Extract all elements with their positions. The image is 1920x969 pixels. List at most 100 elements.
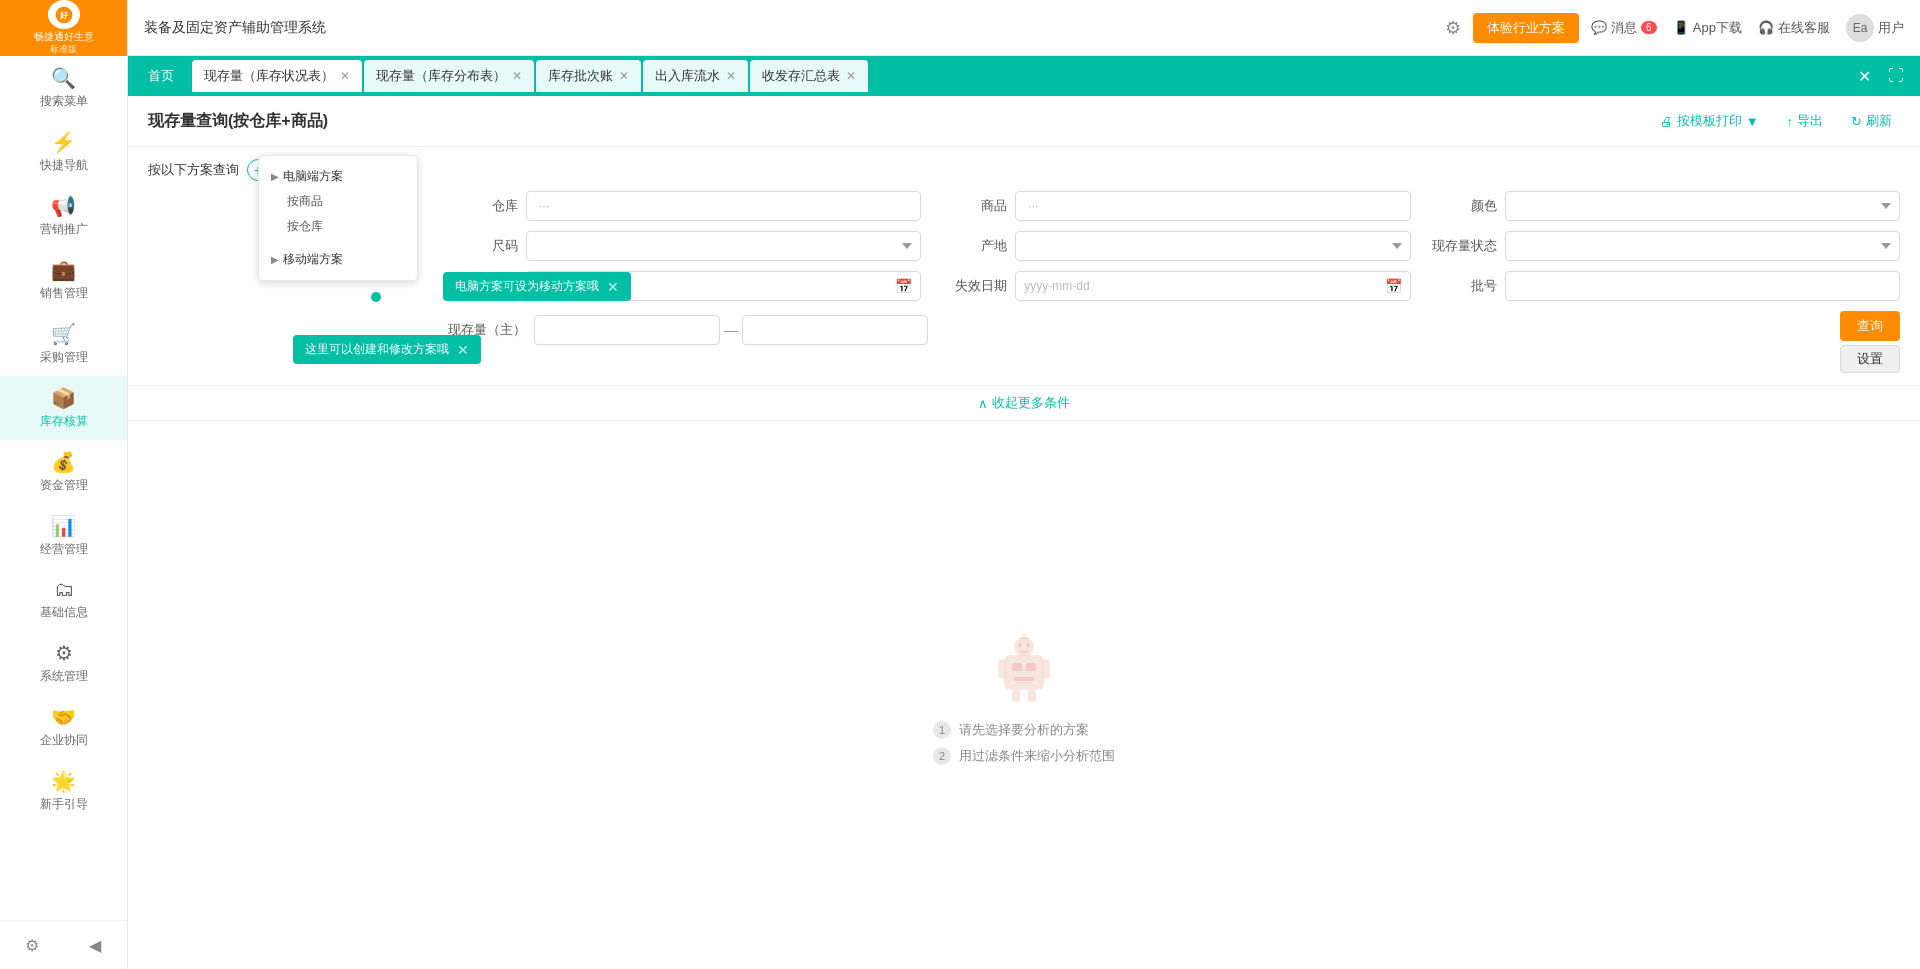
scheme-group-mobile-header[interactable]: ▶ 移动端方案 [259,247,417,272]
calendar-icon-manufacture[interactable]: 📅 [895,278,912,294]
collapse-label: 收起更多条件 [992,394,1070,412]
inventory-icon: 📦 [51,386,76,410]
batch-label: 批号 [1427,277,1497,295]
logo-icon: 好 [48,0,80,29]
tab-receive-summary[interactable]: 收发存汇总表 ✕ [750,60,868,92]
user-menu[interactable]: Ea 用户 [1846,14,1904,42]
empty-tip-2: 2 用过滤条件来缩小分析范围 [933,747,1115,765]
tab-close-icon[interactable]: ✕ [512,69,522,83]
filter-size: 尺码 [448,231,921,261]
tab-close-icon[interactable]: ✕ [846,69,856,83]
filter-grid-row4: 现存量（主） — [448,315,1824,345]
print-button[interactable]: 🖨 按模板打印 ▼ [1652,108,1767,134]
sidebar-item-operation[interactable]: 📊 经营管理 [0,504,127,568]
tip-text-1: 请先选择要分析的方案 [959,721,1089,739]
tab-inout-flow[interactable]: 出入库流水 ✕ [643,60,748,92]
sidebar-item-label: 采购管理 [40,349,88,366]
sidebar-item-marketing[interactable]: 📢 营销推广 [0,184,127,248]
sidebar-item-finance[interactable]: 💰 资金管理 [0,440,127,504]
sidebar-item-purchase[interactable]: 🛒 采购管理 [0,312,127,376]
tab-close-icon[interactable]: ✕ [726,69,736,83]
reset-button[interactable]: 设置 [1840,345,1900,373]
industry-plan-button[interactable]: 体验行业方案 [1473,13,1579,43]
stock-main-from[interactable] [534,315,720,345]
tab-close-icon[interactable]: ✕ [340,69,350,83]
origin-label: 产地 [937,237,1007,255]
svg-text:好: 好 [59,10,69,20]
app-download-button[interactable]: 📱 App下载 [1673,19,1742,37]
scheme-item-warehouse[interactable]: 按仓库 [259,214,417,239]
filter-stock-main: 现存量（主） — [448,315,928,345]
system-icon: ⚙ [55,641,73,665]
title-actions: 🖨 按模板打印 ▼ ↑ 导出 ↻ 刷新 [1652,108,1900,134]
tab-close-icon[interactable]: ✕ [619,69,629,83]
calendar-icon-expire[interactable]: 📅 [1385,278,1402,294]
online-support-button[interactable]: 🎧 在线客服 [1758,19,1830,37]
search-button[interactable]: 查询 [1840,311,1900,341]
origin-select[interactable] [1015,231,1410,261]
collapse-sidebar-button[interactable]: ◀ [79,929,111,961]
sidebar-item-system[interactable]: ⚙ 系统管理 [0,631,127,695]
settings-gear-icon[interactable]: ⚙ [1445,17,1461,39]
message-button[interactable]: 💬 消息 6 [1591,19,1657,37]
svg-rect-3 [1012,663,1022,671]
scheme-item-goods[interactable]: 按商品 [259,189,417,214]
print-icon: 🖨 [1660,114,1673,129]
scheme-group-pc-label: 电脑端方案 [283,168,343,185]
stock-status-select[interactable] [1505,231,1900,261]
tooltip-text-2: 这里可以创建和修改方案哦 [305,341,449,358]
sidebar-item-sales[interactable]: 💼 销售管理 [0,248,127,312]
tab-close-all-icon[interactable]: ✕ [1852,64,1876,88]
sidebar-item-enterprise[interactable]: 🤝 企业协同 [0,695,127,759]
sidebar-item-label: 营销推广 [40,221,88,238]
main-area: 装备及固定资产辅助管理系统 ⚙ 体验行业方案 💬 消息 6 📱 App下载 🎧 … [128,0,1920,969]
color-select[interactable] [1505,191,1900,221]
refresh-button[interactable]: ↻ 刷新 [1843,108,1900,134]
tooltip-close-1[interactable]: ✕ [607,279,619,295]
settings-button[interactable]: ⚙ [16,929,48,961]
empty-state: 1 请先选择要分析的方案 2 用过滤条件来缩小分析范围 [128,421,1920,969]
export-button[interactable]: ↑ 导出 [1779,108,1832,134]
sidebar-item-label: 资金管理 [40,477,88,494]
sidebar-item-guide[interactable]: 🌟 新手引导 [0,759,127,823]
tip-num-2: 2 [933,747,951,765]
filter-expire-date: 失效日期 yyyy-mm-dd 📅 [937,271,1410,301]
tooltip-create-scheme: 这里可以创建和修改方案哦 ✕ [293,335,481,364]
svg-rect-2 [1004,655,1044,690]
filter-color: 颜色 [1427,191,1900,221]
sidebar-item-search[interactable]: 🔍 搜索菜单 [0,56,127,120]
svg-rect-13 [1020,637,1028,639]
sidebar-item-label: 销售管理 [40,285,88,302]
scheme-group-pc-header[interactable]: ▶ 电脑端方案 [259,164,417,189]
goods-input[interactable]: ··· [1015,191,1410,221]
print-dropdown-icon: ▼ [1746,114,1759,129]
tab-batch-account[interactable]: 库存批次账 ✕ [536,60,641,92]
tip-text-2: 用过滤条件来缩小分析范围 [959,747,1115,765]
search-icon: 🔍 [51,66,76,90]
tab-inventory-dist[interactable]: 现存量（库存分布表） ✕ [364,60,534,92]
header-right: 💬 消息 6 📱 App下载 🎧 在线客服 Ea 用户 [1591,14,1904,42]
sidebar-item-basic[interactable]: 🗂 基础信息 [0,568,127,631]
logo-sub: 标准版 [50,43,77,56]
stock-main-to[interactable] [742,315,928,345]
warehouse-input[interactable]: ··· [526,191,921,221]
page-title: 现存量查询(按仓库+商品) [148,111,328,132]
tab-fullscreen-icon[interactable]: ⛶ [1884,64,1908,88]
finance-icon: 💰 [51,450,76,474]
sidebar-item-inventory[interactable]: 📦 库存核算 [0,376,127,440]
export-icon: ↑ [1787,114,1794,129]
batch-input[interactable] [1505,271,1900,301]
sidebar-item-quicknav[interactable]: ⚡ 快捷导航 [0,120,127,184]
scheme-group-mobile: ▶ 移动端方案 [259,243,417,276]
expire-date-input[interactable]: yyyy-mm-dd 📅 [1015,271,1410,301]
filter-warehouse: 仓库 ··· [448,191,921,221]
tooltip-close-2[interactable]: ✕ [457,342,469,358]
range-separator: — [724,322,738,338]
sales-icon: 💼 [51,258,76,282]
collapse-button[interactable]: ∧ 收起更多条件 [978,394,1070,412]
sidebar-logo: 好 畅捷通好生意 标准版 [0,0,127,56]
tab-inventory-status[interactable]: 现存量（库存状况表） ✕ [192,60,362,92]
tab-home[interactable]: 首页 [132,56,190,96]
size-select[interactable] [526,231,921,261]
tooltip-text-1: 电脑方案可设为移动方案哦 [455,278,599,295]
